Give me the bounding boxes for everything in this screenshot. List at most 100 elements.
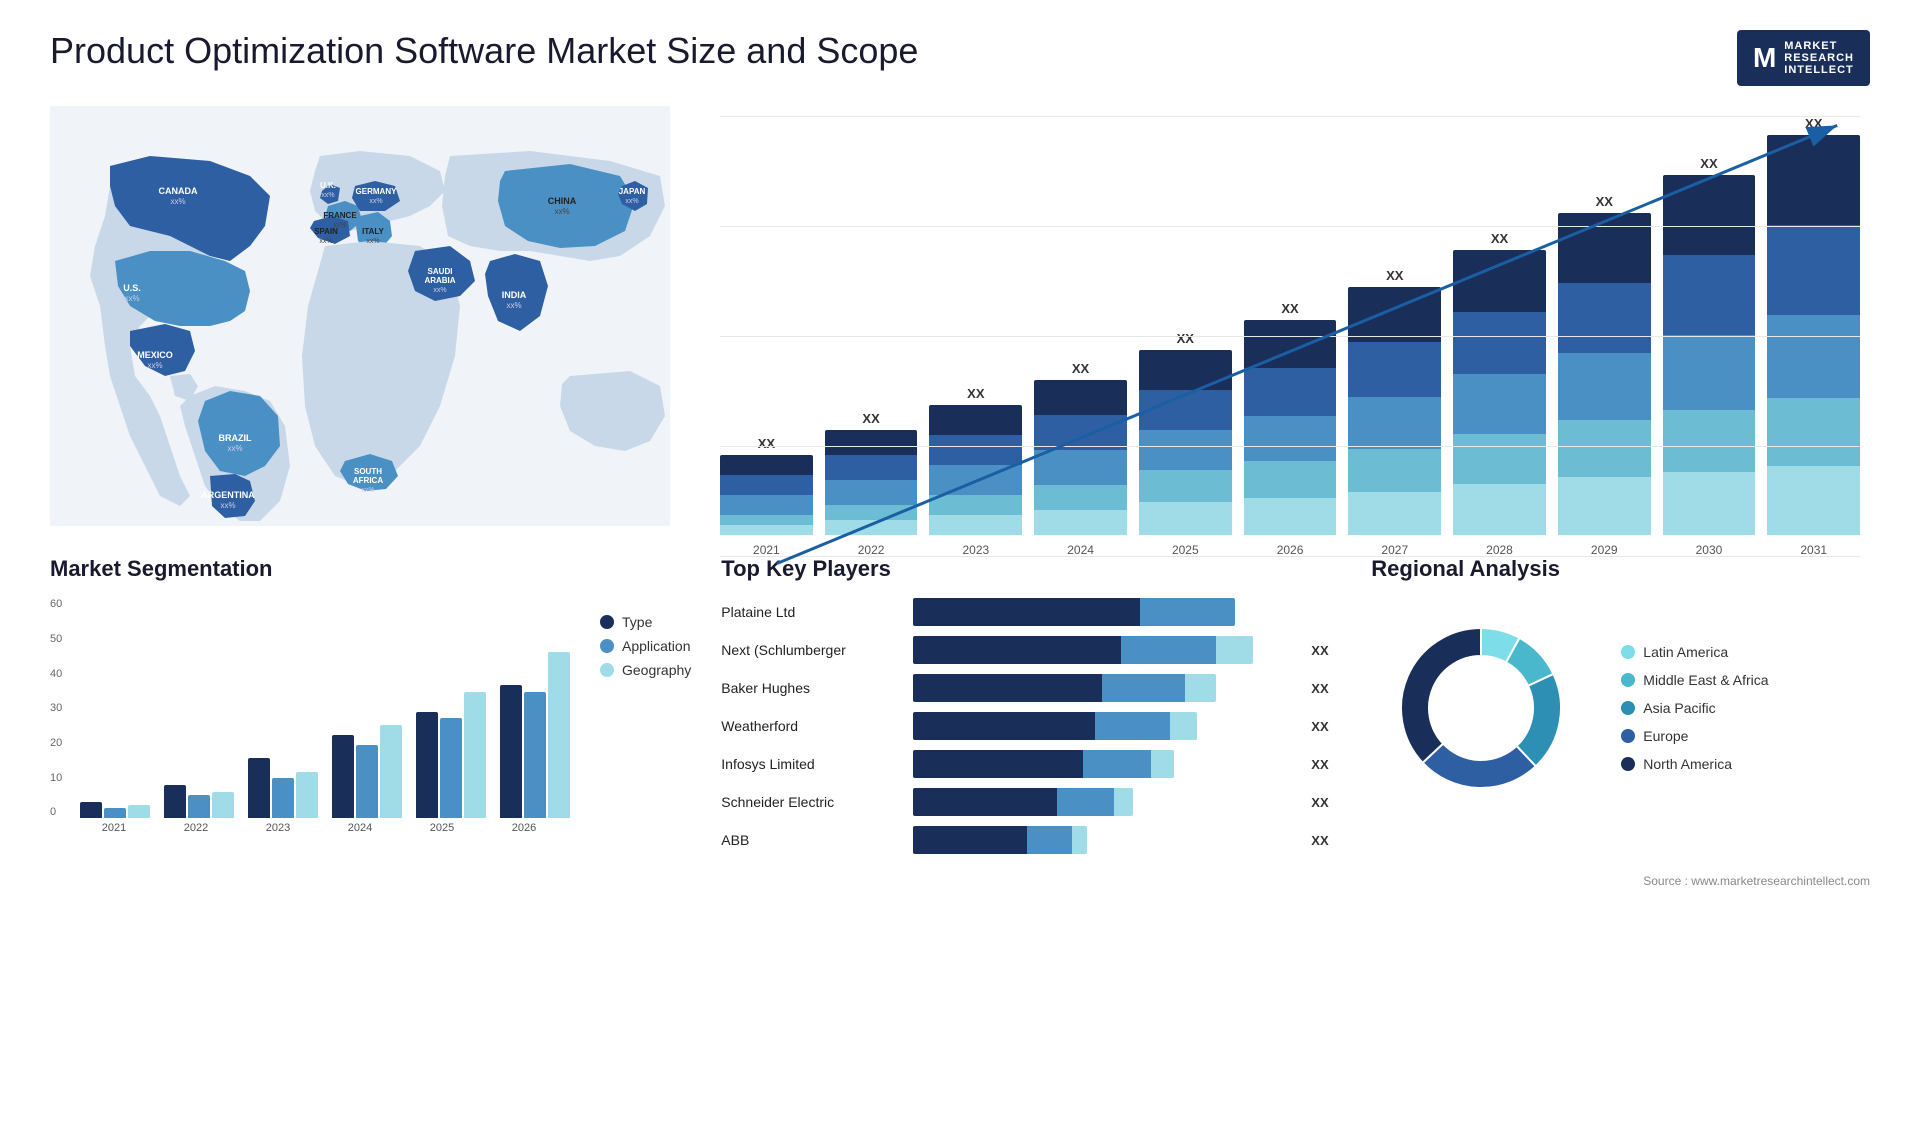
player-bar-seg3 <box>1170 712 1196 740</box>
player-bar-seg1 <box>913 598 1140 626</box>
seg-x-label: 2021 <box>80 822 148 834</box>
bar-segment <box>1244 368 1337 416</box>
seg-bar-group <box>416 692 486 819</box>
y-axis-labels: 60 50 40 30 20 10 0 <box>50 598 62 818</box>
seg-bar-group <box>80 802 150 819</box>
map-section: CANADA xx% U.S. xx% MEXICO xx% BRAZIL xx… <box>50 106 670 526</box>
svg-text:FRANCE: FRANCE <box>323 211 357 220</box>
player-bar-seg1 <box>913 826 1026 854</box>
bar-segment <box>1348 342 1441 397</box>
player-bar-seg2 <box>1083 750 1151 778</box>
segmentation-title: Market Segmentation <box>50 556 691 582</box>
bar-group: XX2026 <box>1244 301 1337 557</box>
grid-line <box>720 116 1860 117</box>
bar-segment <box>1034 485 1127 510</box>
seg-x-label: 2024 <box>326 822 394 834</box>
bar-group: XX2021 <box>720 436 813 557</box>
player-bar-seg3 <box>1114 788 1133 816</box>
bar-label-top: XX <box>1281 301 1298 316</box>
bar-segment <box>1663 175 1756 255</box>
bar-segment <box>1558 420 1651 477</box>
svg-text:CANADA: CANADA <box>159 186 198 196</box>
player-row: ABBXX <box>721 826 1341 854</box>
player-bar-fill <box>913 712 1197 740</box>
bar-label-top: XX <box>967 386 984 401</box>
regional-legend-item: Middle East & Africa <box>1621 672 1768 688</box>
bar-chart-area: XX2021XX2022XX2023XX2024XX2025XX2026XX20… <box>720 116 1860 587</box>
bar-year-label: 2031 <box>1800 543 1827 557</box>
page-title: Product Optimization Software Market Siz… <box>50 30 918 72</box>
bar-segment <box>1034 510 1127 535</box>
bar-group: XX2031 <box>1767 116 1860 557</box>
bar-segment <box>825 520 918 535</box>
bar-segment <box>825 505 918 520</box>
world-map: CANADA xx% U.S. xx% MEXICO xx% BRAZIL xx… <box>50 106 670 526</box>
logo-line3: INTELLECT <box>1784 64 1854 76</box>
legend-dot-application <box>600 639 614 653</box>
bar-year-label: 2022 <box>858 543 885 557</box>
player-xx: XX <box>1311 681 1341 696</box>
svg-text:xx%: xx% <box>554 207 569 216</box>
svg-text:SPAIN: SPAIN <box>314 227 338 236</box>
player-bar-seg3 <box>1151 750 1174 778</box>
player-row: Infosys LimitedXX <box>721 750 1341 778</box>
player-bar-seg2 <box>1102 674 1185 702</box>
bar-segment <box>1348 449 1441 492</box>
bar-year-label: 2030 <box>1696 543 1723 557</box>
seg-bar-group <box>248 758 318 818</box>
bar-segment <box>1767 135 1860 225</box>
player-bar-seg1 <box>913 750 1083 778</box>
player-bar-track <box>913 826 1291 854</box>
seg-bar-group <box>500 652 570 819</box>
player-row: Next (SchlumbergerXX <box>721 636 1341 664</box>
bar-stack <box>1453 250 1546 535</box>
bar-label-top: XX <box>1386 268 1403 283</box>
regional-legend-dot <box>1621 645 1635 659</box>
player-bar-track <box>913 636 1291 664</box>
player-name: ABB <box>721 832 901 848</box>
regional-legend-label: North America <box>1643 756 1732 772</box>
logo-box: M MARKET RESEARCH INTELLECT <box>1737 30 1870 86</box>
bar-segment <box>1558 353 1651 420</box>
seg-bar-type <box>416 712 438 819</box>
bar-group: XX2024 <box>1034 361 1127 557</box>
bar-stack <box>1558 213 1651 535</box>
bar-segment <box>1558 477 1651 535</box>
bar-year-label: 2023 <box>962 543 989 557</box>
player-bar-fill <box>913 674 1215 702</box>
bar-segment <box>1244 498 1337 535</box>
donut-segment <box>1401 628 1481 763</box>
seg-bar-geography <box>212 792 234 819</box>
player-row: Baker HughesXX <box>721 674 1341 702</box>
player-row: Plataine Ltd <box>721 598 1341 626</box>
seg-bar-type <box>332 735 354 818</box>
bar-stack <box>1767 135 1860 535</box>
player-bar-seg1 <box>913 788 1057 816</box>
bar-label-top: XX <box>758 436 775 451</box>
y-label: 50 <box>50 633 62 645</box>
player-name: Plataine Ltd <box>721 604 901 620</box>
svg-text:INDIA: INDIA <box>502 290 527 300</box>
player-bar-track <box>913 788 1291 816</box>
seg-bar-application <box>104 808 126 818</box>
svg-text:SOUTH: SOUTH <box>354 467 382 476</box>
bar-segment <box>1139 470 1232 502</box>
bar-segment <box>1767 225 1860 315</box>
player-bar-fill <box>913 636 1253 664</box>
bar-segment <box>1663 410 1756 472</box>
bar-segment <box>929 405 1022 435</box>
bar-stack <box>1663 175 1756 535</box>
y-label: 40 <box>50 668 62 680</box>
regional-legend-item: Asia Pacific <box>1621 700 1768 716</box>
bar-segment <box>1034 450 1127 485</box>
seg-bar-type <box>80 802 102 819</box>
bar-year-label: 2024 <box>1067 543 1094 557</box>
bar-segment <box>1767 315 1860 398</box>
svg-text:xx%: xx% <box>321 192 334 199</box>
bar-segment <box>929 495 1022 515</box>
bar-year-label: 2027 <box>1381 543 1408 557</box>
player-bar-fill <box>913 750 1174 778</box>
bar-group: XX2028 <box>1453 231 1546 557</box>
player-bar-track <box>913 598 1291 626</box>
logo-line1: MARKET <box>1784 40 1854 52</box>
